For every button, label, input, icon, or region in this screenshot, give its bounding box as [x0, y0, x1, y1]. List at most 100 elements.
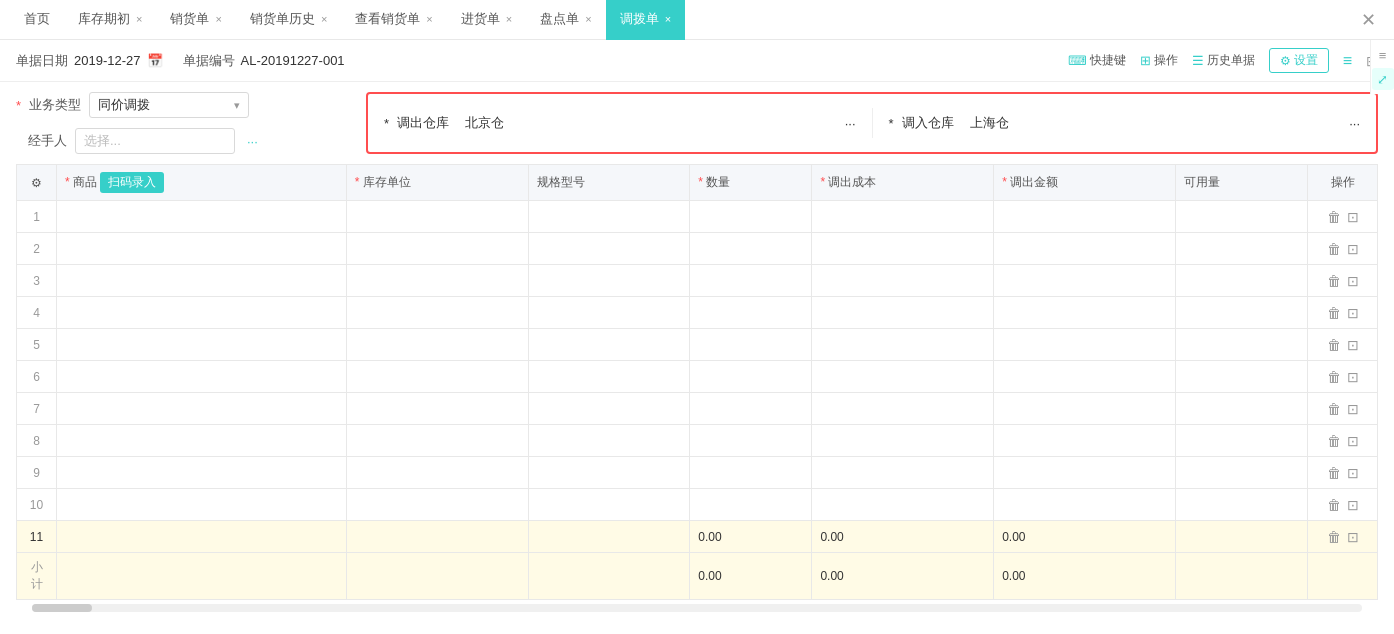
- row-9-delete-icon[interactable]: 🗑: [1327, 465, 1341, 481]
- tab-sales-history[interactable]: 销货单历史 ×: [236, 0, 341, 40]
- row-5-delete-icon[interactable]: 🗑: [1327, 337, 1341, 353]
- row-5-copy-icon[interactable]: ⊡: [1347, 337, 1359, 353]
- row-5-cost[interactable]: [812, 329, 994, 361]
- tab-transfer-close[interactable]: ×: [665, 13, 671, 25]
- col-settings[interactable]: ⚙: [17, 165, 57, 201]
- scroll-thumb[interactable]: [32, 604, 92, 612]
- row-3-copy-icon[interactable]: ⊡: [1347, 273, 1359, 289]
- table-settings-icon[interactable]: ⚙: [31, 176, 42, 190]
- row-10-cost[interactable]: [812, 489, 994, 521]
- row-2-product[interactable]: [57, 233, 347, 265]
- row-10-unit[interactable]: [346, 489, 528, 521]
- row-1-cost[interactable]: [812, 201, 994, 233]
- tab-inventory-check[interactable]: 盘点单 ×: [526, 0, 605, 40]
- tab-sales-order[interactable]: 销货单 ×: [156, 0, 235, 40]
- tab-inventory-init-close[interactable]: ×: [136, 13, 142, 25]
- row-8-amount[interactable]: [994, 425, 1176, 457]
- row-6-cost[interactable]: [812, 361, 994, 393]
- tab-sales-history-close[interactable]: ×: [321, 13, 327, 25]
- sidebar-expand-icon[interactable]: ⤢: [1372, 68, 1394, 90]
- row-3-unit[interactable]: [346, 265, 528, 297]
- row-10-delete-icon[interactable]: 🗑: [1327, 497, 1341, 513]
- row-5-amount[interactable]: [994, 329, 1176, 361]
- row-8-delete-icon[interactable]: 🗑: [1327, 433, 1341, 449]
- row-1-product[interactable]: [57, 201, 347, 233]
- tab-view-sales-close[interactable]: ×: [426, 13, 432, 25]
- row-8-unit[interactable]: [346, 425, 528, 457]
- row-2-amount[interactable]: [994, 233, 1176, 265]
- operations-action[interactable]: ⊞ 操作: [1140, 52, 1178, 69]
- row-4-unit[interactable]: [346, 297, 528, 329]
- row-8-qty[interactable]: [690, 425, 812, 457]
- row-6-copy-icon[interactable]: ⊡: [1347, 369, 1359, 385]
- row-8-cost[interactable]: [812, 425, 994, 457]
- row-10-amount[interactable]: [994, 489, 1176, 521]
- row-1-amount[interactable]: [994, 201, 1176, 233]
- in-warehouse-more-button[interactable]: ···: [1349, 116, 1360, 131]
- row-2-unit[interactable]: [346, 233, 528, 265]
- horizontal-scrollbar[interactable]: [32, 604, 1362, 612]
- row-4-qty[interactable]: [690, 297, 812, 329]
- row-3-product[interactable]: [57, 265, 347, 297]
- row-6-spec[interactable]: [528, 361, 690, 393]
- row-6-amount[interactable]: [994, 361, 1176, 393]
- row-8-product[interactable]: [57, 425, 347, 457]
- row-4-cost[interactable]: [812, 297, 994, 329]
- row-4-product[interactable]: [57, 297, 347, 329]
- row-7-cost[interactable]: [812, 393, 994, 425]
- row-5-qty[interactable]: [690, 329, 812, 361]
- tab-home[interactable]: 首页: [10, 0, 64, 40]
- row-7-spec[interactable]: [528, 393, 690, 425]
- tab-purchase-order-close[interactable]: ×: [506, 13, 512, 25]
- tab-sales-order-close[interactable]: ×: [215, 13, 221, 25]
- row-5-spec[interactable]: [528, 329, 690, 361]
- handler-select[interactable]: 选择...: [75, 128, 235, 154]
- tab-transfer[interactable]: 调拨单 ×: [606, 0, 685, 40]
- row-1-qty[interactable]: [690, 201, 812, 233]
- row-2-cost[interactable]: [812, 233, 994, 265]
- row-8-spec[interactable]: [528, 425, 690, 457]
- date-picker-icon[interactable]: 📅: [147, 53, 163, 68]
- row-7-product[interactable]: [57, 393, 347, 425]
- row-4-amount[interactable]: [994, 297, 1176, 329]
- row-4-delete-icon[interactable]: 🗑: [1327, 305, 1341, 321]
- tab-close-all-button[interactable]: ✕: [1353, 9, 1384, 31]
- row-2-qty[interactable]: [690, 233, 812, 265]
- row-2-spec[interactable]: [528, 233, 690, 265]
- tab-view-sales[interactable]: 查看销货单 ×: [341, 0, 446, 40]
- layout-toggle-list-icon[interactable]: ≡: [1343, 52, 1352, 70]
- row-7-unit[interactable]: [346, 393, 528, 425]
- row-3-delete-icon[interactable]: 🗑: [1327, 273, 1341, 289]
- handler-more-button[interactable]: ···: [247, 134, 258, 149]
- scan-entry-button[interactable]: 扫码录入: [100, 172, 164, 193]
- row-1-delete-icon[interactable]: 🗑: [1327, 209, 1341, 225]
- row-9-qty[interactable]: [690, 457, 812, 489]
- business-type-select[interactable]: 同价调拨 ▾: [89, 92, 249, 118]
- sidebar-list-icon[interactable]: ≡: [1372, 44, 1394, 66]
- row-3-qty[interactable]: [690, 265, 812, 297]
- row-9-amount[interactable]: [994, 457, 1176, 489]
- row-9-product[interactable]: [57, 457, 347, 489]
- row-3-amount[interactable]: [994, 265, 1176, 297]
- row-4-spec[interactable]: [528, 297, 690, 329]
- row-10-qty[interactable]: [690, 489, 812, 521]
- row-4-copy-icon[interactable]: ⊡: [1347, 305, 1359, 321]
- row-delete-icon[interactable]: 🗑: [1327, 529, 1341, 545]
- row-1-spec[interactable]: [528, 201, 690, 233]
- row-10-product[interactable]: [57, 489, 347, 521]
- row-10-copy-icon[interactable]: ⊡: [1347, 497, 1359, 513]
- row-1-unit[interactable]: [346, 201, 528, 233]
- row-10-spec[interactable]: [528, 489, 690, 521]
- settings-button[interactable]: ⚙ 设置: [1269, 48, 1329, 73]
- row-7-delete-icon[interactable]: 🗑: [1327, 401, 1341, 417]
- tab-purchase-order[interactable]: 进货单 ×: [447, 0, 526, 40]
- row-7-qty[interactable]: [690, 393, 812, 425]
- row-5-unit[interactable]: [346, 329, 528, 361]
- row-6-qty[interactable]: [690, 361, 812, 393]
- row-copy-icon[interactable]: ⊡: [1347, 529, 1359, 545]
- row-7-amount[interactable]: [994, 393, 1176, 425]
- tab-inventory-init[interactable]: 库存期初 ×: [64, 0, 156, 40]
- row-8-copy-icon[interactable]: ⊡: [1347, 433, 1359, 449]
- row-9-unit[interactable]: [346, 457, 528, 489]
- row-1-copy-icon[interactable]: ⊡: [1347, 209, 1359, 225]
